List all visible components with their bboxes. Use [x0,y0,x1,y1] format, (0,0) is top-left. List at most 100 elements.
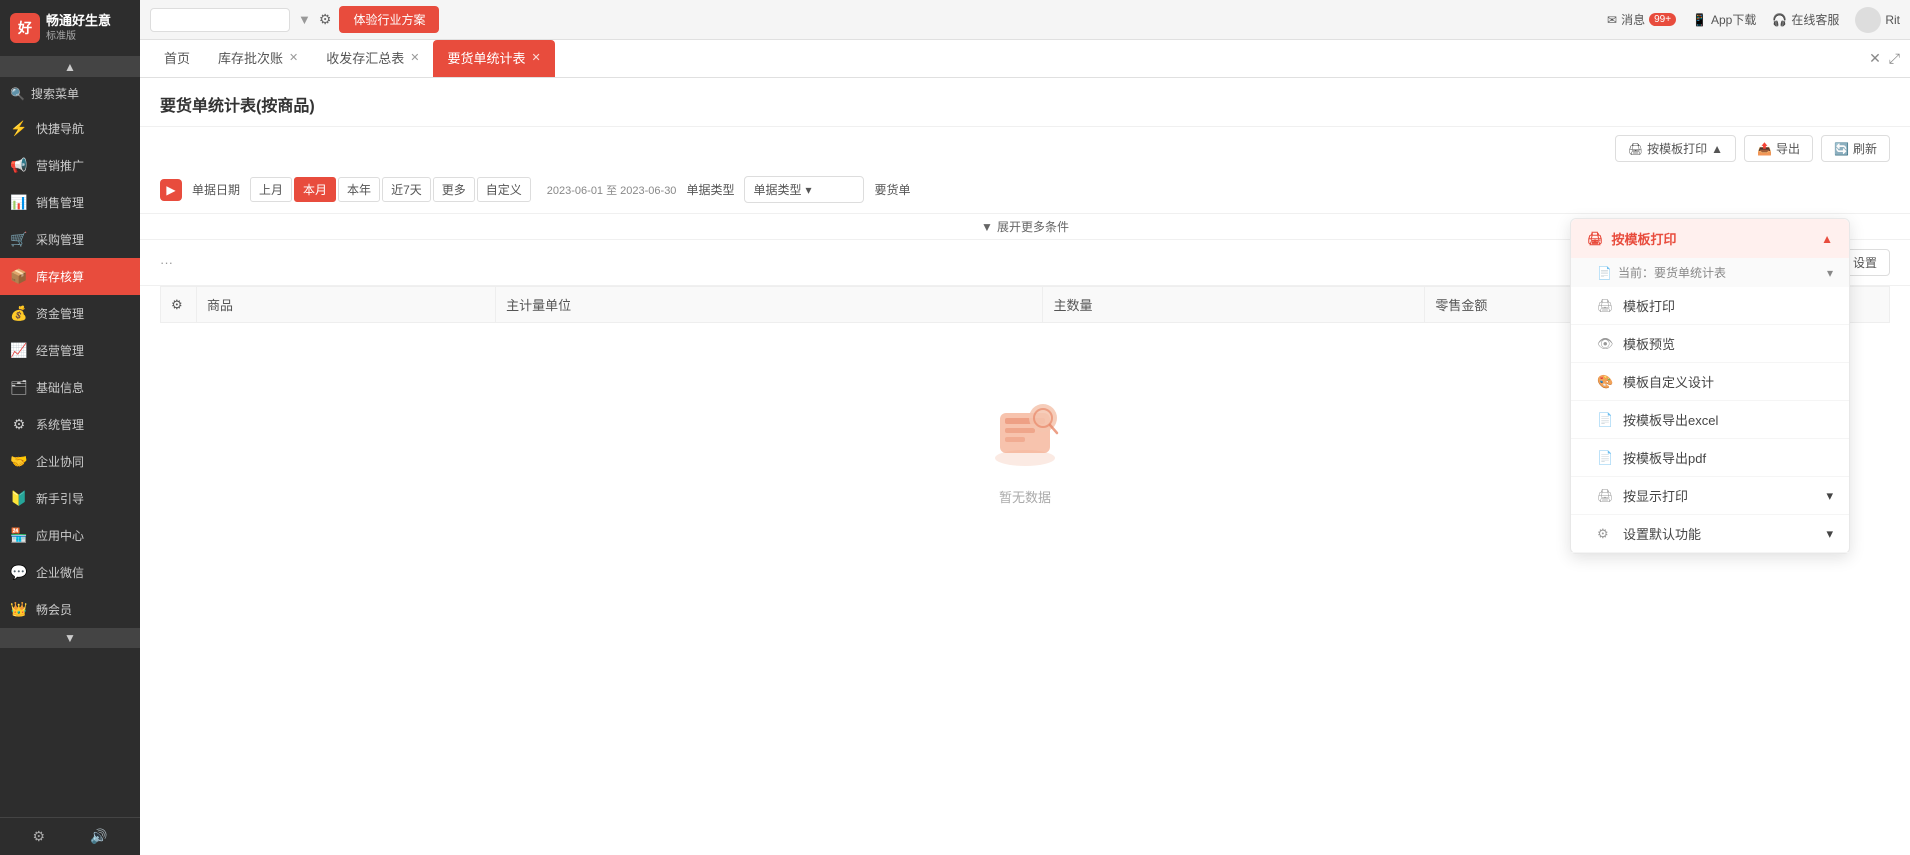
dropdown-item-default-func[interactable]: ⚙ 设置默认功能 ▾ [1571,515,1849,553]
dropdown-item-export-pdf[interactable]: 📄 按模板导出pdf [1571,439,1849,477]
topbar-search-input[interactable] [150,8,290,32]
quick-nav-icon: ⚡ [10,120,28,137]
date-btn-7days[interactable]: 近7天 [382,177,431,202]
date-btn-more[interactable]: 更多 [433,177,475,202]
display-print-icon: 🖨 [1597,488,1613,504]
tab-inventory-batch[interactable]: 库存批次账 ✕ [204,40,312,77]
sidebar-item-label: 畅会员 [36,601,72,618]
template-print-label: 模板打印 [1623,296,1675,315]
finance-icon: 💰 [10,305,28,322]
sidebar-item-label: 销售管理 [36,194,84,211]
weixin-icon: 💬 [10,564,28,581]
dropdown-item-display-print[interactable]: 🖨 按显示打印 ▾ [1571,477,1849,515]
user-name: Rit [1885,13,1900,27]
sidebar-item-system[interactable]: ⚙ 系统管理 [0,406,140,443]
dropdown-item-template-design[interactable]: 🎨 模板自定义设计 [1571,363,1849,401]
sidebar-item-appstore[interactable]: 🏪 应用中心 [0,517,140,554]
template-preview-icon: 👁 [1597,336,1613,352]
message-badge: 99+ [1649,13,1676,26]
template-design-icon: 🎨 [1597,374,1613,390]
sidebar-item-member[interactable]: 👑 畅会员 [0,591,140,628]
sidebar-scroll-up[interactable]: ▲ [0,57,140,77]
logo-icon: 好 [10,13,40,43]
sidebar-item-marketing[interactable]: 📢 营销推广 [0,147,140,184]
tab-order-stats-label: 要货单统计表 [447,48,525,67]
date-btn-current[interactable]: 本月 [294,177,336,202]
sidebar-item-operation[interactable]: 📈 经营管理 [0,332,140,369]
tab-order-stats-close[interactable]: ✕ [532,51,541,64]
appstore-icon: 🏪 [10,527,28,544]
refresh-label: 刷新 [1853,140,1877,157]
dropdown-item-template-preview[interactable]: 👁 模板预览 [1571,325,1849,363]
topbar-settings-icon[interactable]: ⚙ [319,11,332,28]
th-goods: 商品 [197,287,496,323]
trial-btn[interactable]: 体验行业方案 [339,6,439,33]
sidebar-search[interactable]: 🔍 搜索菜单 [0,77,140,110]
base-icon: 🗂 [10,379,28,396]
date-btn-prev[interactable]: 上月 [250,177,292,202]
current-icon: 📄 [1597,266,1612,280]
empty-illustration [975,383,1075,473]
print-dropdown-icon: ▲ [1711,142,1723,156]
current-dropdown-arrow: ▾ [1827,266,1833,280]
print-btn[interactable]: 🖨 按模板打印 ▲ [1615,135,1736,162]
sidebar-item-purchase[interactable]: 🛒 采购管理 [0,221,140,258]
topbar-dropdown-arrow[interactable]: ▼ [298,12,311,27]
sound-bottom-icon[interactable]: 🔊 [90,828,107,845]
tab-maximize-icon[interactable]: ⤢ [1889,50,1900,67]
sidebar-item-enterprise[interactable]: 🤝 企业协同 [0,443,140,480]
refresh-btn[interactable]: 🔄 刷新 [1821,135,1890,162]
sidebar-item-guide[interactable]: 🔰 新手引导 [0,480,140,517]
dropdown-title: 按模板打印 [1612,229,1677,248]
filter-expand-btn[interactable]: ▶ [160,179,182,201]
sidebar-item-label: 库存核算 [36,268,84,285]
sidebar-item-label: 基础信息 [36,379,84,396]
sidebar-item-base[interactable]: 🗂 基础信息 [0,369,140,406]
tab-home[interactable]: 首页 [150,40,204,77]
sidebar-bottom: ⚙ 🔊 [0,817,140,855]
filter-order-type-select[interactable]: 单据类型 ▾ [744,176,864,203]
message-item[interactable]: ✉ 消息 99+ [1607,11,1676,28]
sidebar-item-quick-nav[interactable]: ⚡ 快捷导航 [0,110,140,147]
th-settings[interactable]: ⚙ [161,287,197,323]
user-item[interactable]: Rit [1855,7,1900,33]
tab-receivables-close[interactable]: ✕ [410,51,419,64]
dropdown-item-export-excel[interactable]: 📄 按模板导出excel [1571,401,1849,439]
sidebar-logo: 好 畅通好生意 标准版 [0,0,140,57]
tab-receivables[interactable]: 收发存汇总表 ✕ [312,40,433,77]
export-excel-icon: 📄 [1597,412,1613,428]
th-goods-label: 商品 [207,298,233,313]
toolbar-more-icon[interactable]: ··· [160,255,173,270]
settings-bottom-icon[interactable]: ⚙ [33,828,46,845]
refresh-icon: 🔄 [1834,142,1849,156]
search-icon: 🔍 [10,87,25,101]
tab-inventory-batch-close[interactable]: ✕ [289,51,298,64]
date-btn-year[interactable]: 本年 [338,177,380,202]
expand-more-btn[interactable]: ▼ 展开更多条件 [981,218,1069,235]
enterprise-icon: 🤝 [10,453,28,470]
sidebar-item-inventory[interactable]: 📦 库存核算 [0,258,140,295]
sidebar-item-sales[interactable]: 📊 销售管理 [0,184,140,221]
sidebar-item-weixin[interactable]: 💬 企业微信 [0,554,140,591]
export-btn[interactable]: 📤 导出 [1744,135,1813,162]
guide-icon: 🔰 [10,490,28,507]
display-print-label: 按显示打印 [1623,486,1688,505]
app-download-icon: 📱 [1692,13,1707,27]
sidebar-item-label: 营销推广 [36,157,84,174]
th-qty: 主数量 [1043,287,1425,323]
export-pdf-icon: 📄 [1597,450,1613,466]
dropdown-header[interactable]: 🖨 按模板打印 ▲ [1571,219,1849,258]
expand-more-icon: ▼ [981,220,993,234]
sidebar-scroll-down[interactable]: ▼ [0,628,140,648]
column-settings-icon[interactable]: ⚙ [171,297,183,312]
tab-order-stats[interactable]: 要货单统计表 ✕ [433,40,554,77]
dropdown-collapse-icon[interactable]: ▲ [1821,232,1833,246]
topbar: ▼ ⚙ 体验行业方案 ✉ 消息 99+ 📱 App下载 🎧 在线客服 Rit [140,0,1910,40]
tab-minimize-icon[interactable]: ✕ [1869,50,1881,67]
th-qty-label: 主数量 [1053,298,1092,313]
date-btn-custom[interactable]: 自定义 [477,177,531,202]
sidebar-item-finance[interactable]: 💰 资金管理 [0,295,140,332]
app-download-item[interactable]: 📱 App下载 [1692,11,1756,28]
online-service-item[interactable]: 🎧 在线客服 [1772,11,1839,28]
dropdown-item-template-print[interactable]: 🖨 模板打印 [1571,287,1849,325]
